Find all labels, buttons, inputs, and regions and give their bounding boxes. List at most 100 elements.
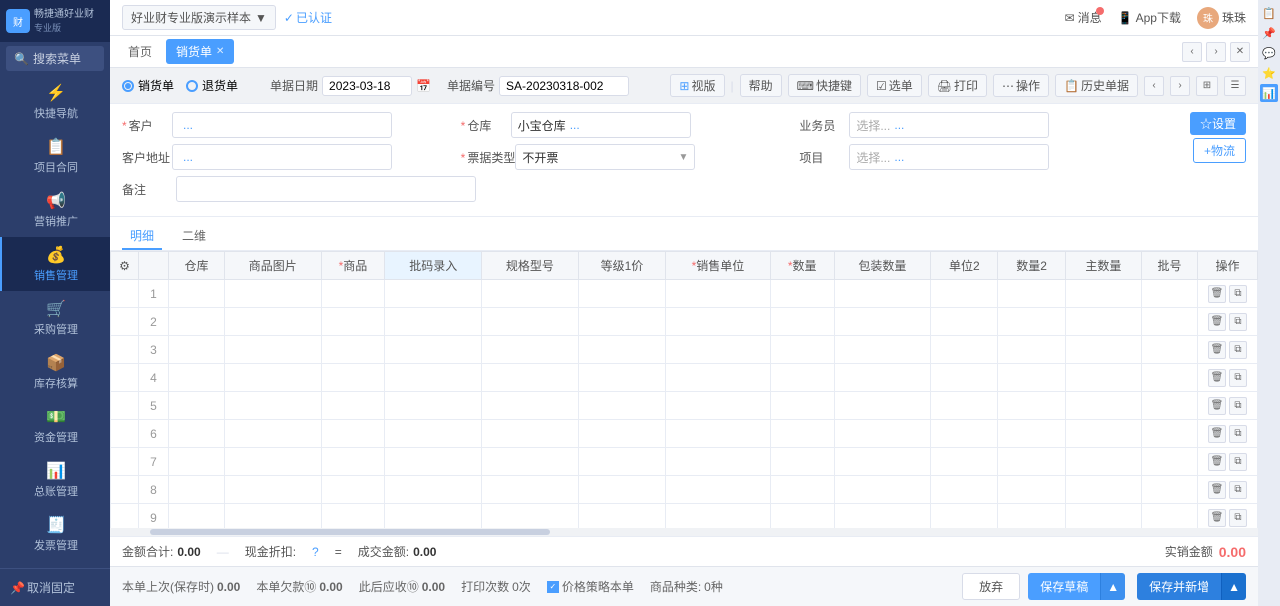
- row-unit[interactable]: [666, 420, 771, 448]
- row-batch-entry[interactable]: [385, 476, 482, 504]
- sidebar-item-nav[interactable]: ⚡ 快捷导航: [0, 75, 110, 129]
- col-image[interactable]: 商品图片: [224, 252, 321, 280]
- row-main-qty[interactable]: [1065, 308, 1141, 336]
- col-product[interactable]: *商品: [321, 252, 385, 280]
- save-draft-arrow[interactable]: ▲: [1100, 573, 1125, 600]
- row-batch-entry[interactable]: [385, 420, 482, 448]
- tab-sales-order[interactable]: 销货单 ✕: [166, 39, 234, 64]
- row-unit2[interactable]: [931, 308, 998, 336]
- row-qty2[interactable]: [998, 448, 1065, 476]
- row-pack-qty[interactable]: [834, 280, 931, 308]
- row-copy-btn[interactable]: ⧉: [1229, 313, 1247, 331]
- salesperson-browse-btn[interactable]: ...: [894, 118, 904, 132]
- help-btn[interactable]: 帮助: [740, 74, 782, 97]
- row-copy-btn[interactable]: ⧉: [1229, 481, 1247, 499]
- warehouse-browse-btn[interactable]: ...: [570, 118, 580, 132]
- row-price1[interactable]: [578, 476, 666, 504]
- row-pack-qty[interactable]: [834, 448, 931, 476]
- unpin-button[interactable]: 📌 取消固定: [6, 575, 104, 600]
- app-download-button[interactable]: 📱 App下载: [1118, 9, 1181, 26]
- row-batch[interactable]: [1141, 392, 1197, 420]
- row-batch[interactable]: [1141, 308, 1197, 336]
- history-btn[interactable]: 📋 历史单据: [1055, 74, 1138, 97]
- form-nav-next[interactable]: ›: [1170, 76, 1190, 96]
- tab-detail[interactable]: 明细: [122, 223, 162, 250]
- row-pack-qty[interactable]: [834, 336, 931, 364]
- row-batch-entry[interactable]: [385, 448, 482, 476]
- row-pack-qty[interactable]: [834, 364, 931, 392]
- row-main-qty[interactable]: [1065, 280, 1141, 308]
- row-batch[interactable]: [1141, 476, 1197, 504]
- row-qty[interactable]: [770, 364, 834, 392]
- sidebar-item-marketing[interactable]: 📢 营销推广: [0, 183, 110, 237]
- row-warehouse[interactable]: [169, 336, 225, 364]
- row-spec[interactable]: [482, 448, 579, 476]
- search-menu-button[interactable]: 🔍 搜索菜单: [6, 46, 104, 71]
- material-button[interactable]: +物流: [1193, 138, 1246, 163]
- row-batch[interactable]: [1141, 420, 1197, 448]
- row-copy-btn[interactable]: ⧉: [1229, 397, 1247, 415]
- panel-icon-1[interactable]: 📋: [1260, 4, 1278, 22]
- row-unit[interactable]: [666, 308, 771, 336]
- row-delete-btn[interactable]: 🗑: [1208, 397, 1226, 415]
- row-image[interactable]: [224, 420, 321, 448]
- order-no-input[interactable]: [499, 76, 629, 96]
- row-delete-btn[interactable]: 🗑: [1208, 285, 1226, 303]
- select-btn[interactable]: ☑ 选单: [867, 74, 922, 97]
- row-image[interactable]: [224, 476, 321, 504]
- row-batch[interactable]: [1141, 364, 1197, 392]
- row-image[interactable]: [224, 392, 321, 420]
- more-btn[interactable]: ⋯ 操作: [993, 74, 1049, 97]
- row-batch[interactable]: [1141, 504, 1197, 529]
- row-warehouse[interactable]: [169, 504, 225, 529]
- salesperson-input[interactable]: 选择... ...: [849, 112, 1049, 138]
- row-image[interactable]: [224, 364, 321, 392]
- row-delete-btn[interactable]: 🗑: [1208, 341, 1226, 359]
- row-image[interactable]: [224, 504, 321, 529]
- row-unit2[interactable]: [931, 476, 998, 504]
- row-batch[interactable]: [1141, 280, 1197, 308]
- row-price1[interactable]: [578, 336, 666, 364]
- row-image[interactable]: [224, 280, 321, 308]
- col-setting[interactable]: ⚙: [111, 252, 139, 280]
- row-copy-btn[interactable]: ⧉: [1229, 453, 1247, 471]
- row-unit[interactable]: [666, 392, 771, 420]
- row-qty[interactable]: [770, 476, 834, 504]
- col-qty[interactable]: *数量: [770, 252, 834, 280]
- row-qty2[interactable]: [998, 392, 1065, 420]
- print-btn[interactable]: 🖨 打印: [928, 74, 987, 97]
- row-unit[interactable]: [666, 504, 771, 529]
- row-warehouse[interactable]: [169, 476, 225, 504]
- row-batch-entry[interactable]: [385, 336, 482, 364]
- row-batch-entry[interactable]: [385, 504, 482, 529]
- calendar-icon[interactable]: 📅: [416, 79, 431, 93]
- save-draft-button[interactable]: 保存草稿: [1028, 573, 1100, 600]
- sidebar-item-sales[interactable]: 💰 销售管理: [0, 237, 110, 291]
- row-main-qty[interactable]: [1065, 476, 1141, 504]
- row-qty2[interactable]: [998, 336, 1065, 364]
- row-product[interactable]: [321, 420, 385, 448]
- col-unit[interactable]: *销售单位: [666, 252, 771, 280]
- row-delete-btn[interactable]: 🗑: [1208, 509, 1226, 527]
- tab-2d[interactable]: 二维: [174, 223, 214, 250]
- row-product[interactable]: [321, 364, 385, 392]
- row-qty[interactable]: [770, 504, 834, 529]
- company-select[interactable]: 好业财专业版演示样本 ▼: [122, 5, 276, 30]
- row-spec[interactable]: [482, 392, 579, 420]
- row-main-qty[interactable]: [1065, 504, 1141, 529]
- row-price1[interactable]: [578, 448, 666, 476]
- row-pack-qty[interactable]: [834, 476, 931, 504]
- shortcut-btn[interactable]: ⌨ 快捷键: [788, 74, 861, 97]
- sidebar-item-accounting[interactable]: 📊 总账管理: [0, 453, 110, 507]
- row-main-qty[interactable]: [1065, 448, 1141, 476]
- sidebar-item-invoice[interactable]: 🧾 发票管理: [0, 507, 110, 561]
- row-pack-qty[interactable]: [834, 420, 931, 448]
- row-product[interactable]: [321, 280, 385, 308]
- row-warehouse[interactable]: [169, 364, 225, 392]
- row-delete-btn[interactable]: 🗑: [1208, 481, 1226, 499]
- radio-sales[interactable]: 销货单: [122, 77, 174, 94]
- row-image[interactable]: [224, 308, 321, 336]
- discard-button[interactable]: 放弃: [962, 573, 1020, 600]
- col-pack-qty[interactable]: 包装数量: [834, 252, 931, 280]
- sidebar-item-tax[interactable]: 📑 税务管理: [0, 561, 110, 568]
